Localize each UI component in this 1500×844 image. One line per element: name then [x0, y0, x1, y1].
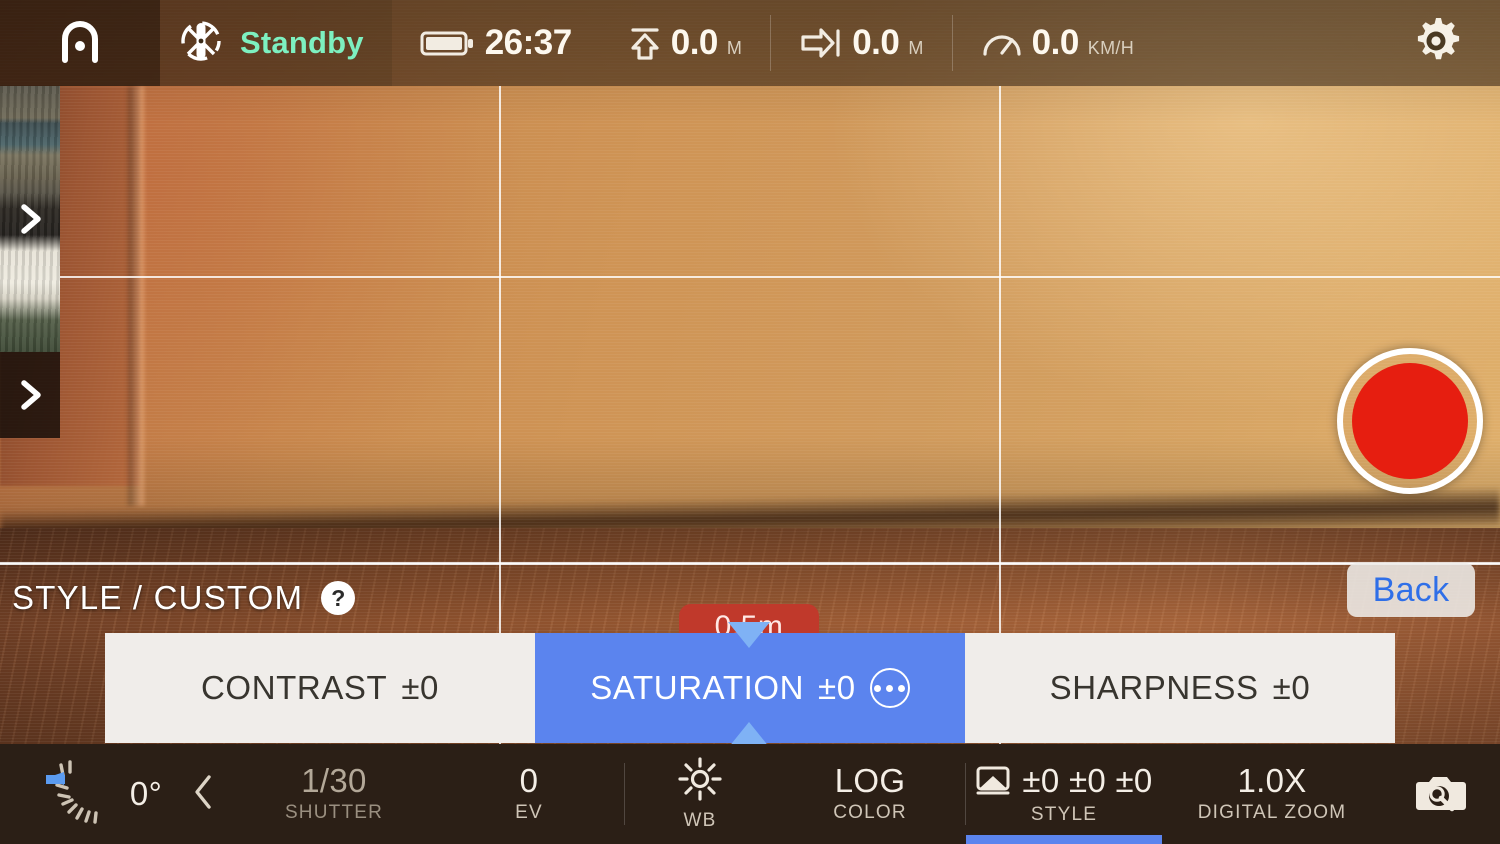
speed-indicator[interactable]: 0.0 KM/H	[953, 0, 1162, 86]
style-label: STYLE	[1030, 804, 1098, 825]
prev-setting-button[interactable]	[174, 744, 234, 844]
ev-value: 0	[519, 762, 539, 800]
camera-settings-bar: 0° 1/30 SHUTTER 0 EV WB LOG COLOR ±0 ±0 …	[0, 744, 1500, 844]
wb-label: WB	[683, 810, 717, 831]
digital-zoom-label: DIGITAL ZOOM	[1197, 801, 1347, 823]
altitude-up-arrow-icon	[628, 24, 662, 62]
home-button[interactable]	[0, 0, 160, 86]
style-picture-icon	[975, 762, 1013, 801]
help-icon[interactable]: ?	[321, 581, 356, 615]
segment-sharpness-value: ±0	[1272, 669, 1311, 706]
ev-control[interactable]: 0 EV	[434, 744, 624, 844]
speed-value: 0.0	[1031, 23, 1080, 62]
secondary-panel[interactable]	[0, 352, 60, 438]
speedometer-icon	[981, 24, 1023, 62]
shutter-label: SHUTTER	[284, 801, 384, 823]
feed-wall-edge	[128, 86, 144, 506]
flight-status-group[interactable]: Standby	[160, 0, 392, 86]
top-status-bar: Standby 26:37 0.0 M 0.0 M 0.0 KM/H	[0, 0, 1500, 86]
drone-home-icon	[55, 16, 105, 71]
aircraft-status-icon	[178, 18, 224, 69]
style-control[interactable]: ±0 ±0 ±0 STYLE	[966, 744, 1162, 844]
telemetry-group: 26:37 0.0 M 0.0 M 0.0 KM/H	[391, 0, 1372, 86]
segment-contrast-value: ±0	[401, 669, 439, 706]
color-value: LOG	[834, 762, 906, 800]
record-indicator	[1352, 363, 1468, 479]
chevron-right-icon	[13, 202, 47, 236]
segment-sharpness[interactable]: SHARPNESS ±0	[965, 633, 1395, 743]
camera-settings-button[interactable]	[1382, 744, 1500, 844]
shutter-value: 1/30	[301, 762, 367, 800]
segment-contrast-label: CONTRAST	[201, 669, 388, 706]
distance-indicator[interactable]: 0.0 M	[771, 0, 951, 86]
shutter-control[interactable]: 1/30 SHUTTER	[234, 744, 434, 844]
battery-indicator[interactable]: 26:37	[392, 0, 600, 86]
sun-icon	[677, 756, 723, 807]
color-label: COLOR	[833, 801, 907, 823]
color-control[interactable]: LOG COLOR	[775, 744, 965, 844]
drone-camera-app: Standby 26:37 0.0 M 0.0 M 0.0 KM/H 0.5m …	[0, 0, 1500, 844]
altitude-indicator[interactable]: 0.0 M	[600, 0, 770, 86]
page-title: STYLE / CUSTOM	[12, 579, 304, 616]
wb-control[interactable]: WB	[625, 744, 775, 844]
segment-saturation-label: SATURATION	[590, 669, 805, 706]
distance-value: 0.0	[852, 23, 900, 62]
distance-unit: M	[908, 38, 924, 58]
gimbal-dial-icon	[36, 754, 114, 834]
gimbal-angle-value: 0°	[129, 774, 163, 812]
record-button[interactable]	[1337, 348, 1483, 494]
ev-label: EV	[515, 801, 543, 823]
chevron-left-icon	[191, 772, 217, 817]
digital-zoom-value: 1.0X	[1237, 762, 1307, 800]
style-active-underline	[966, 835, 1162, 844]
media-preview-thumbnail[interactable]	[0, 86, 60, 352]
settings-button[interactable]	[1372, 0, 1500, 86]
camera-tools-icon	[1415, 770, 1467, 819]
battery-time-value: 26:37	[484, 23, 573, 62]
chevron-right-icon	[13, 378, 47, 412]
selection-marker-top-icon	[728, 622, 770, 648]
battery-icon	[420, 27, 476, 59]
flight-status-label: Standby	[240, 25, 364, 60]
back-button[interactable]: Back	[1347, 563, 1475, 617]
segment-contrast[interactable]: CONTRAST ±0	[105, 633, 535, 743]
gimbal-tilt-control[interactable]: 0°	[0, 744, 174, 844]
style-values: ±0 ±0 ±0	[1022, 762, 1153, 800]
segment-saturation-value: ±0	[818, 669, 856, 706]
distance-arrow-icon	[799, 26, 843, 60]
altitude-unit: M	[726, 38, 743, 58]
more-options-icon[interactable]	[869, 668, 910, 708]
speed-unit: KM/H	[1087, 38, 1134, 58]
segment-sharpness-label: SHARPNESS	[1049, 669, 1259, 706]
gear-icon	[1410, 15, 1462, 72]
altitude-value: 0.0	[670, 23, 719, 62]
digital-zoom-control[interactable]: 1.0X DIGITAL ZOOM	[1162, 744, 1382, 844]
